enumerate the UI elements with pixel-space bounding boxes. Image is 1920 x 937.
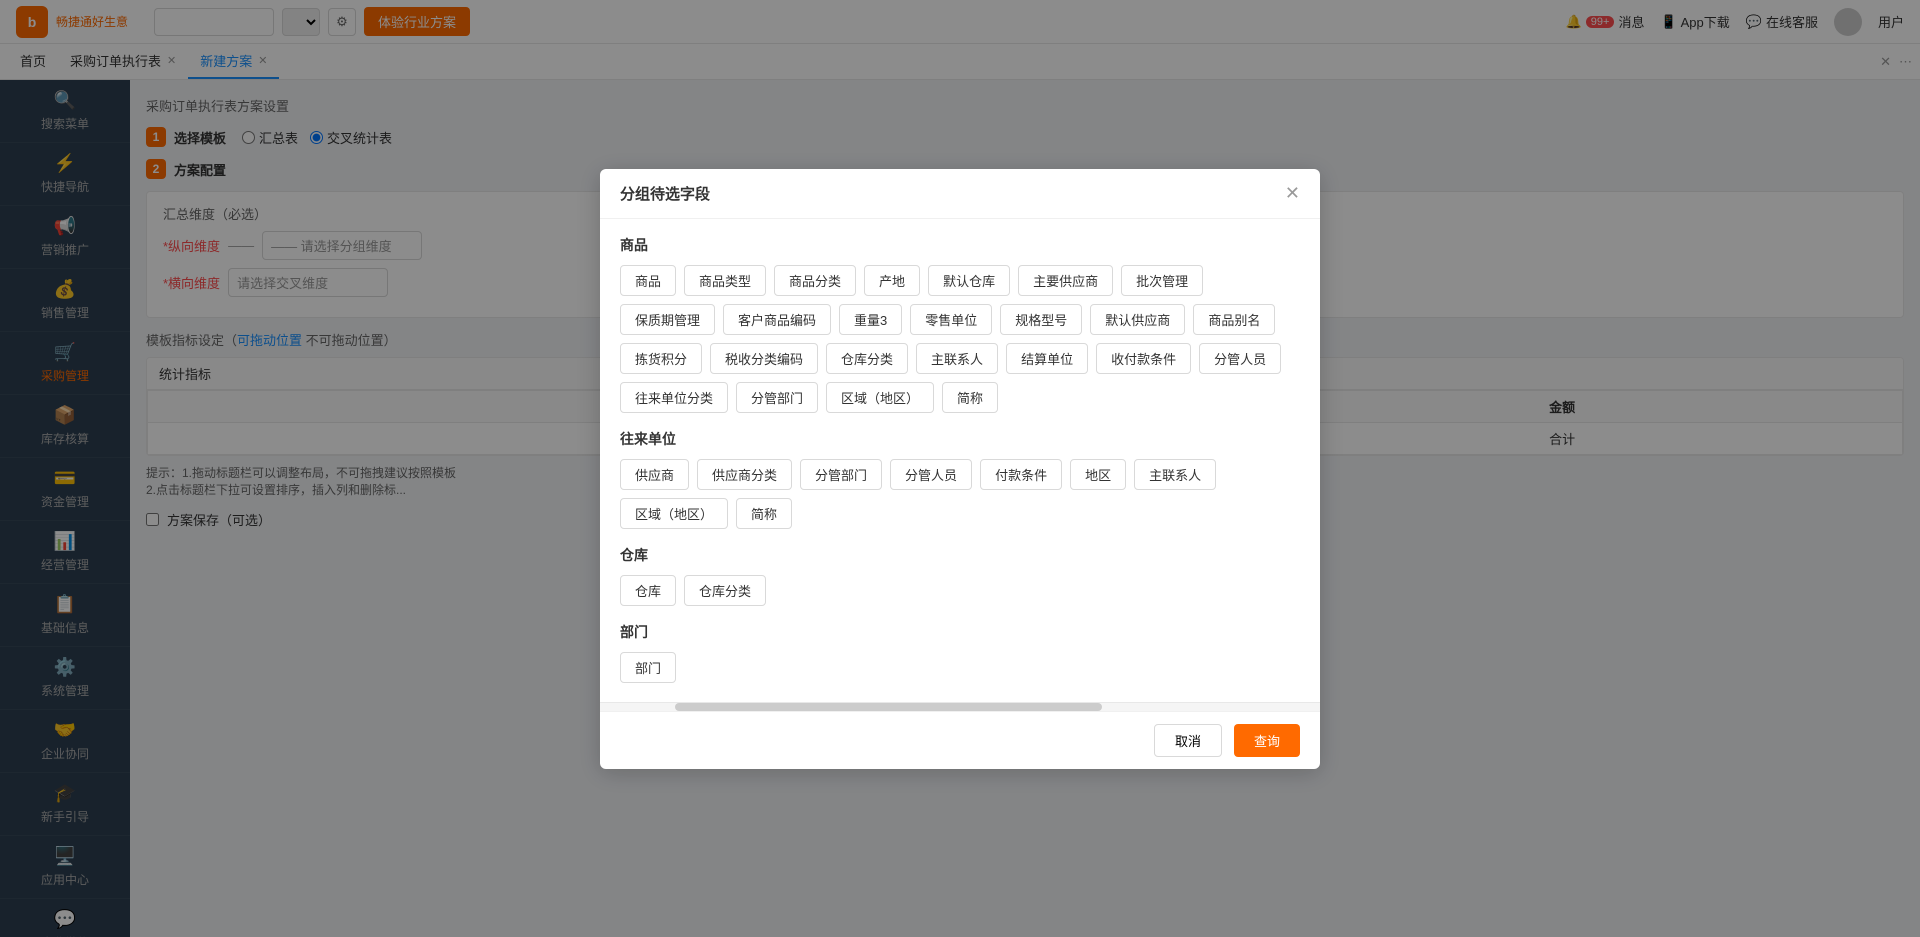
modal-close-button[interactable]: ✕ [1285, 183, 1300, 204]
field-tag-weight3[interactable]: 重量3 [839, 304, 902, 335]
field-tag-settlement-unit[interactable]: 结算单位 [1006, 343, 1088, 374]
field-tag-pay-terms[interactable]: 付款条件 [980, 459, 1062, 490]
field-tag-batch-mgmt[interactable]: 批次管理 [1121, 265, 1203, 296]
field-tag-default-supplier[interactable]: 默认供应商 [1090, 304, 1185, 335]
field-tag-supplier-cat[interactable]: 供应商分类 [697, 459, 792, 490]
field-group-dept-title: 部门 [620, 622, 1300, 642]
field-tag-main-contact[interactable]: 主联系人 [916, 343, 998, 374]
field-tag-biz-partner-cat[interactable]: 往来单位分类 [620, 382, 728, 413]
field-tag-payment-terms[interactable]: 收付款条件 [1096, 343, 1191, 374]
field-tag-warehouse-category[interactable]: 仓库分类 [684, 575, 766, 606]
field-tag-product[interactable]: 商品 [620, 265, 676, 296]
modal-header: 分组待选字段 ✕ [600, 169, 1320, 219]
field-tag-pick-points[interactable]: 拣货积分 [620, 343, 702, 374]
field-group-warehouse: 仓库 仓库 仓库分类 [620, 545, 1300, 606]
field-tags-partner: 供应商 供应商分类 分管部门 分管人员 付款条件 地区 主联系人 区域（地区） … [620, 459, 1300, 529]
field-group-warehouse-title: 仓库 [620, 545, 1300, 565]
field-tag-warehouse-cat[interactable]: 仓库分类 [826, 343, 908, 374]
modal-footer: 取消 查询 [600, 711, 1320, 769]
field-tag-product-category[interactable]: 商品分类 [774, 265, 856, 296]
field-tag-main-supplier[interactable]: 主要供应商 [1018, 265, 1113, 296]
field-select-modal: 分组待选字段 ✕ 商品 商品 商品类型 商品分类 产地 默认仓库 主要供应商 批… [600, 169, 1320, 769]
field-tag-region-product[interactable]: 区域（地区） [826, 382, 934, 413]
field-tag-spec-model[interactable]: 规格型号 [1000, 304, 1082, 335]
field-group-dept: 部门 部门 [620, 622, 1300, 683]
field-group-product: 商品 商品 商品类型 商品分类 产地 默认仓库 主要供应商 批次管理 保质期管理… [620, 235, 1300, 413]
field-tag-supplier[interactable]: 供应商 [620, 459, 689, 490]
field-tag-warehouse[interactable]: 仓库 [620, 575, 676, 606]
field-tag-customer-code[interactable]: 客户商品编码 [723, 304, 831, 335]
field-tag-dept-mgr[interactable]: 分管人员 [1199, 343, 1281, 374]
modal-overlay[interactable]: 分组待选字段 ✕ 商品 商品 商品类型 商品分类 产地 默认仓库 主要供应商 批… [0, 0, 1920, 937]
field-tag-expiry-mgmt[interactable]: 保质期管理 [620, 304, 715, 335]
field-tag-partner-region[interactable]: 地区 [1070, 459, 1126, 490]
field-tag-partner-area[interactable]: 区域（地区） [620, 498, 728, 529]
field-tag-origin[interactable]: 产地 [864, 265, 920, 296]
field-tags-product: 商品 商品类型 商品分类 产地 默认仓库 主要供应商 批次管理 保质期管理 客户… [620, 265, 1300, 413]
confirm-button[interactable]: 查询 [1234, 724, 1300, 757]
field-tag-partner-contact[interactable]: 主联系人 [1134, 459, 1216, 490]
field-tag-partner-abbr[interactable]: 简称 [736, 498, 792, 529]
field-group-product-title: 商品 [620, 235, 1300, 255]
modal-hscroll-thumb [675, 703, 1102, 711]
field-tags-warehouse: 仓库 仓库分类 [620, 575, 1300, 606]
modal-horizontal-scrollbar[interactable] [600, 702, 1320, 711]
field-tags-dept: 部门 [620, 652, 1300, 683]
field-tag-default-warehouse[interactable]: 默认仓库 [928, 265, 1010, 296]
field-group-partner: 往来单位 供应商 供应商分类 分管部门 分管人员 付款条件 地区 主联系人 区域… [620, 429, 1300, 529]
cancel-button[interactable]: 取消 [1154, 724, 1222, 757]
field-group-partner-title: 往来单位 [620, 429, 1300, 449]
modal-title: 分组待选字段 [620, 183, 710, 204]
field-tag-abbr-product[interactable]: 简称 [942, 382, 998, 413]
field-tag-retail-unit[interactable]: 零售单位 [910, 304, 992, 335]
field-tag-product-alias[interactable]: 商品别名 [1193, 304, 1275, 335]
field-tag-partner-dept[interactable]: 分管部门 [800, 459, 882, 490]
field-tag-product-type[interactable]: 商品类型 [684, 265, 766, 296]
field-tag-partner-mgr[interactable]: 分管人员 [890, 459, 972, 490]
modal-body: 商品 商品 商品类型 商品分类 产地 默认仓库 主要供应商 批次管理 保质期管理… [600, 219, 1320, 702]
field-tag-tax-code[interactable]: 税收分类编码 [710, 343, 818, 374]
field-tag-dept[interactable]: 部门 [620, 652, 676, 683]
field-tag-dept-division[interactable]: 分管部门 [736, 382, 818, 413]
